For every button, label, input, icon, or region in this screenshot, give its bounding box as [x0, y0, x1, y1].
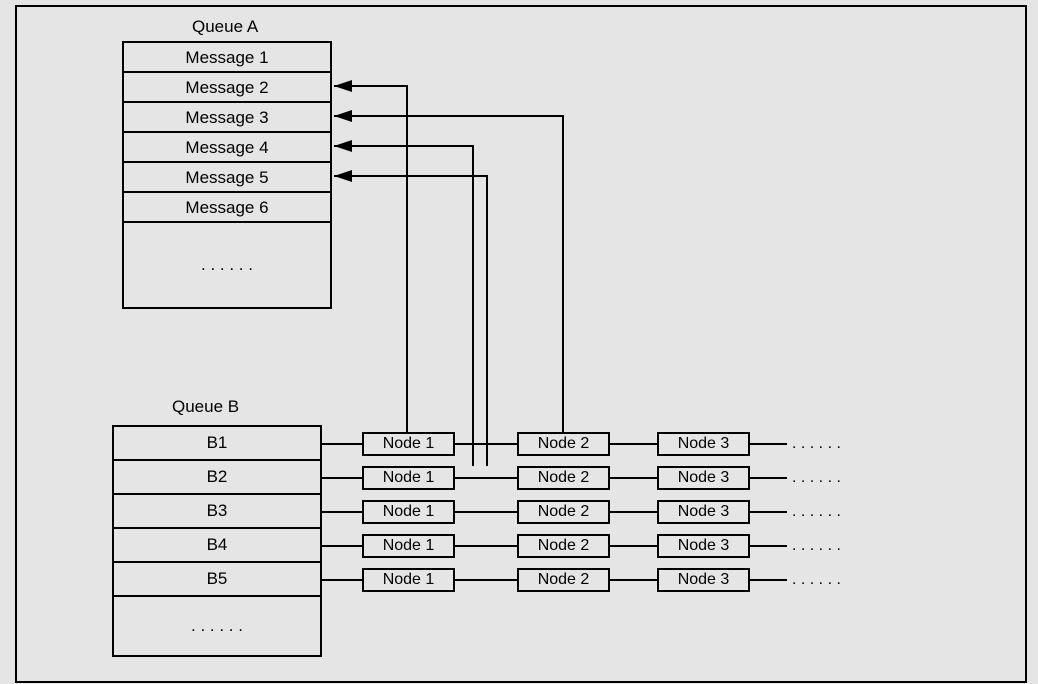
node-box: Node 1	[362, 534, 455, 558]
node-ellipsis: . . . . . .	[792, 435, 841, 453]
node-ellipsis: . . . . . .	[792, 537, 841, 555]
queue-a-row: Message 3	[124, 103, 330, 133]
node-box: Node 3	[657, 534, 750, 558]
node-ellipsis: . . . . . .	[792, 503, 841, 521]
node-box: Node 1	[362, 466, 455, 490]
node-box: Node 3	[657, 466, 750, 490]
node-box: Node 3	[657, 500, 750, 524]
node-box: Node 3	[657, 432, 750, 456]
node-box: Node 2	[517, 500, 610, 524]
node-ellipsis: . . . . . .	[792, 469, 841, 487]
queue-b-box: B1 B2 B3 B4 B5 . . . . . .	[112, 425, 322, 657]
node-box: Node 2	[517, 466, 610, 490]
queue-a-row: Message 1	[124, 43, 330, 73]
queue-a-row: Message 2	[124, 73, 330, 103]
queue-b-ellipsis: . . . . . .	[114, 597, 320, 655]
queue-a-ellipsis: . . . . . .	[124, 223, 330, 307]
queue-a-row: Message 6	[124, 193, 330, 223]
node-box: Node 2	[517, 568, 610, 592]
node-box: Node 2	[517, 534, 610, 558]
node-box: Node 2	[517, 432, 610, 456]
queue-b-row: B5	[114, 563, 320, 597]
queue-b-row: B2	[114, 461, 320, 495]
queue-a-title: Queue A	[192, 17, 258, 37]
queue-a-row: Message 4	[124, 133, 330, 163]
node-box: Node 3	[657, 568, 750, 592]
node-box: Node 1	[362, 432, 455, 456]
queue-b-row: B1	[114, 427, 320, 461]
queue-b-row: B3	[114, 495, 320, 529]
node-box: Node 1	[362, 568, 455, 592]
node-box: Node 1	[362, 500, 455, 524]
queue-b-row: B4	[114, 529, 320, 563]
queue-a-box: Message 1 Message 2 Message 3 Message 4 …	[122, 41, 332, 309]
node-ellipsis: . . . . . .	[792, 571, 841, 589]
queue-b-title: Queue B	[172, 397, 239, 417]
diagram-frame: Queue A Message 1 Message 2 Message 3 Me…	[15, 5, 1027, 683]
queue-a-row: Message 5	[124, 163, 330, 193]
